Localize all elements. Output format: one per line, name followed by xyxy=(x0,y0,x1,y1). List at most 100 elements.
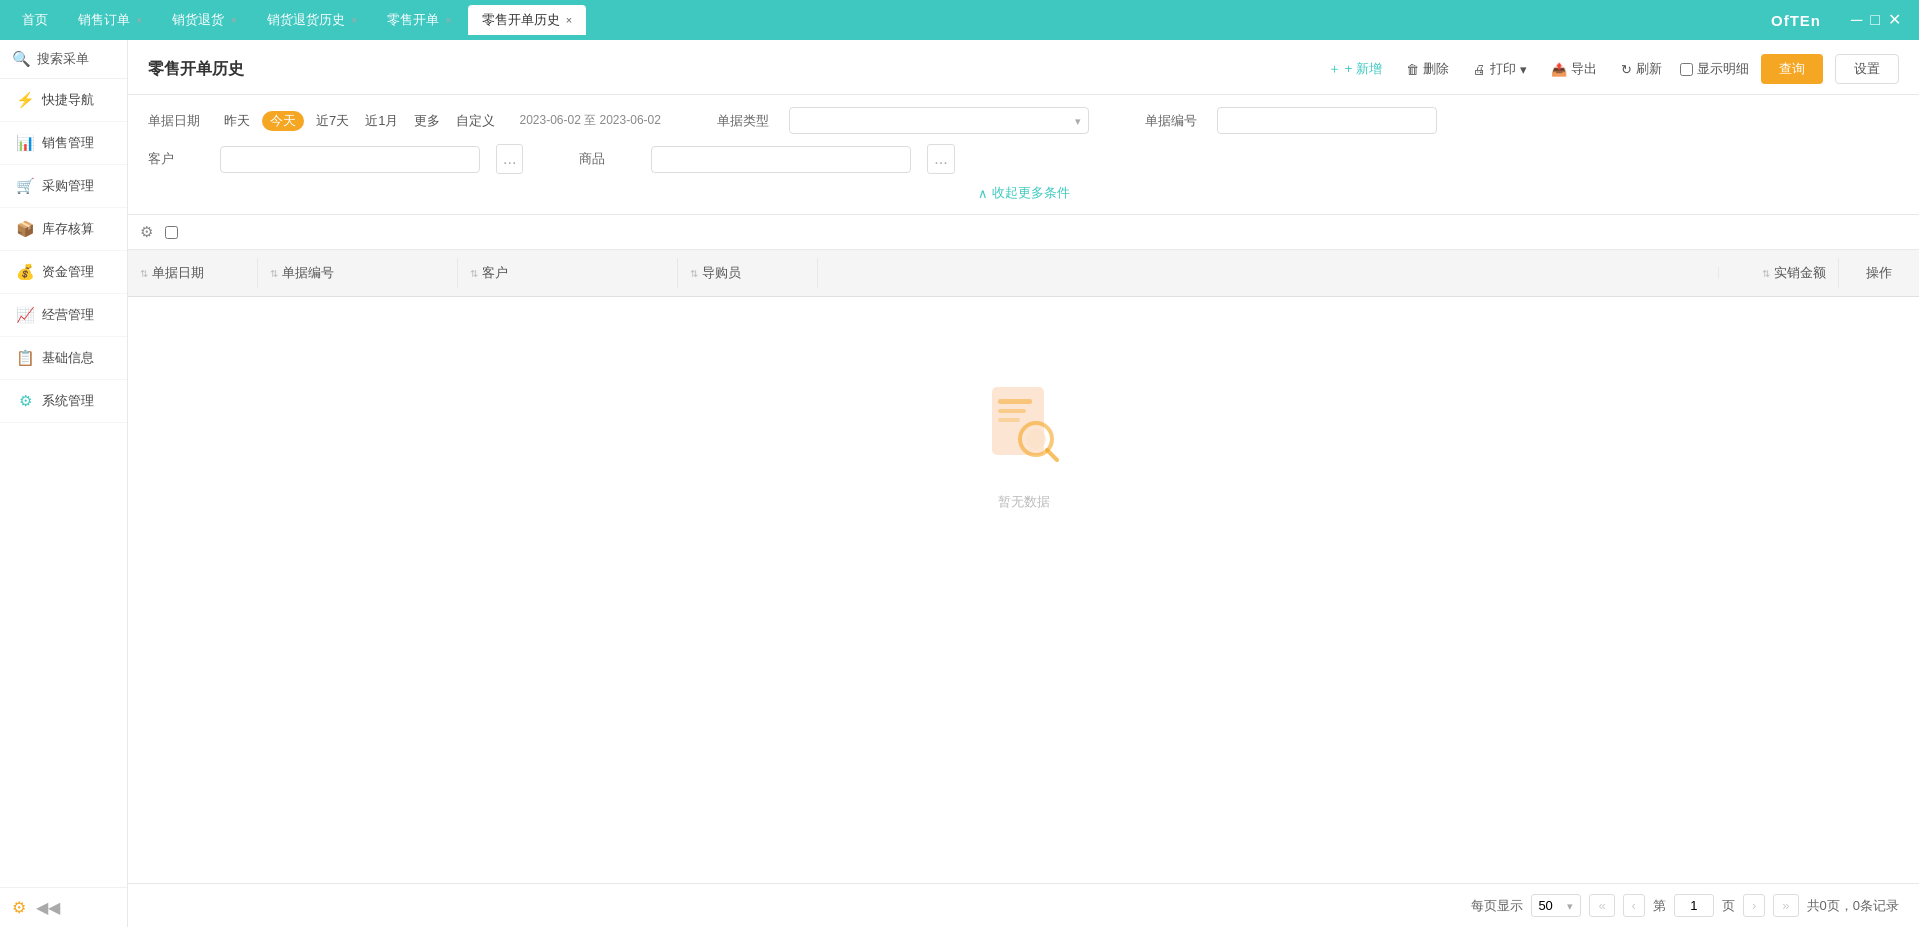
date-shortcut-today[interactable]: 今天 xyxy=(262,111,304,131)
sidebar-item-operation[interactable]: 📈 经营管理 xyxy=(0,294,127,337)
brand-text: OfTEn xyxy=(1771,12,1821,29)
type-select-wrapper xyxy=(789,107,1089,134)
type-select[interactable] xyxy=(789,107,1089,134)
tab-sales-return[interactable]: 销货退货× xyxy=(158,5,250,35)
date-shortcut-custom[interactable]: 自定义 xyxy=(452,111,499,131)
tab-sales-return-history[interactable]: 销货退货历史 × xyxy=(253,5,371,35)
th-flex xyxy=(818,267,1719,279)
tab-close-icon[interactable]: × xyxy=(136,14,142,26)
sidebar-footer: ⚙ ◀◀ xyxy=(0,887,127,927)
client-filter-input[interactable] xyxy=(220,146,480,173)
sidebar-item-system-mgmt[interactable]: ⚙ 系统管理 xyxy=(0,380,127,423)
sort-icon: ⇅ xyxy=(270,268,278,279)
last-page-button[interactable]: » xyxy=(1773,894,1798,917)
select-all-checkbox[interactable] xyxy=(165,226,178,239)
client-filter-label: 客户 xyxy=(148,150,204,168)
export-button[interactable]: 📤 导出 xyxy=(1545,56,1603,82)
tab-label: 首页 xyxy=(22,11,48,29)
date-shortcut-month[interactable]: 近1月 xyxy=(361,111,402,131)
per-page-select[interactable]: 50 10 20 100 xyxy=(1531,894,1581,917)
per-page-label: 每页显示 xyxy=(1471,897,1523,915)
sidebar-item-quick-nav[interactable]: ⚡ 快捷导航 xyxy=(0,79,127,122)
sidebar-icon-basic-info: 📋 xyxy=(16,349,34,367)
num-filter-label: 单据编号 xyxy=(1145,112,1201,130)
total-info: 共0页，0条记录 xyxy=(1807,897,1899,915)
tab-label: 销货退货历史 xyxy=(267,11,345,29)
prev-page-button[interactable]: ‹ xyxy=(1623,894,1645,917)
date-range-text: 2023-06-02 至 2023-06-02 xyxy=(519,112,660,129)
query-button[interactable]: 查询 xyxy=(1761,54,1823,84)
display-toggle[interactable]: 显示明细 xyxy=(1680,60,1749,78)
top-bar-right: OfTEn ─ □ ✕ xyxy=(1771,12,1901,29)
print-dropdown-icon: ▾ xyxy=(1520,62,1527,77)
sort-icon: ⇅ xyxy=(690,268,698,279)
add-label: + 新增 xyxy=(1345,60,1382,78)
sidebar-label-inventory: 库存核算 xyxy=(42,220,94,238)
delete-button[interactable]: 🗑 删除 xyxy=(1400,56,1455,82)
page-number-input[interactable] xyxy=(1674,894,1714,917)
goods-dots-button[interactable]: ... xyxy=(927,144,954,174)
empty-icon xyxy=(974,377,1074,477)
empty-text: 暂无数据 xyxy=(998,493,1050,511)
sidebar-item-sales-mgmt[interactable]: 📊 销售管理 xyxy=(0,122,127,165)
date-shortcuts: 昨天今天近7天近1月更多自定义 xyxy=(220,111,499,131)
sidebar-item-basic-info[interactable]: 📋 基础信息 xyxy=(0,337,127,380)
table-settings-icon[interactable]: ⚙ xyxy=(140,223,153,241)
date-shortcut-more[interactable]: 更多 xyxy=(410,111,444,131)
tab-retail-open[interactable]: 零售开单 × xyxy=(373,5,465,35)
window-close-button[interactable]: ✕ xyxy=(1888,12,1901,28)
sidebar-item-finance[interactable]: 💰 资金管理 xyxy=(0,251,127,294)
tab-home[interactable]: 首页 xyxy=(8,5,62,35)
svg-point-5 xyxy=(1026,429,1046,449)
tab-label: 零售开单 xyxy=(387,11,439,29)
filter-row-1: 单据日期 昨天今天近7天近1月更多自定义 2023-06-02 至 2023-0… xyxy=(148,107,1899,134)
collapse-filter-btn[interactable]: ∧ 收起更多条件 xyxy=(148,184,1899,202)
refresh-label: 刷新 xyxy=(1636,60,1662,78)
sidebar-icon-quick-nav: ⚡ xyxy=(16,91,34,109)
th-num: ⇅ 单据编号 xyxy=(258,258,458,288)
client-dots-button[interactable]: ... xyxy=(496,144,523,174)
window-max-button[interactable]: □ xyxy=(1870,12,1880,28)
tab-retail-history[interactable]: 零售开单历史 × xyxy=(468,5,586,35)
print-button[interactable]: 🖨 打印 ▾ xyxy=(1467,56,1533,82)
sidebar-label-system-mgmt: 系统管理 xyxy=(42,392,94,410)
print-label: 打印 xyxy=(1490,60,1516,78)
table-section: ⚙ ⇅ 单据日期 ⇅ 单据编号 ⇅ 客户 xyxy=(128,215,1919,883)
collapse-sidebar-icon[interactable]: ◀◀ xyxy=(36,898,60,917)
sidebar-item-inventory[interactable]: 📦 库存核算 xyxy=(0,208,127,251)
top-bar: 首页销售订单×销货退货×销货退货历史×零售开单×零售开单历史× OfTEn ─ … xyxy=(0,0,1919,40)
sidebar-search[interactable]: 🔍 搜索采单 xyxy=(0,40,127,79)
tab-label: 销售订单 xyxy=(78,11,130,29)
tab-list: 首页销售订单×销货退货×销货退货历史×零售开单×零售开单历史× xyxy=(8,5,1771,35)
export-icon: 📤 xyxy=(1551,62,1567,77)
filter-area: 单据日期 昨天今天近7天近1月更多自定义 2023-06-02 至 2023-0… xyxy=(128,95,1919,215)
page-title: 零售开单历史 xyxy=(148,59,244,80)
display-checkbox[interactable] xyxy=(1680,63,1693,76)
tab-sales-order[interactable]: 销售订单 × xyxy=(64,5,156,35)
delete-label: 删除 xyxy=(1423,60,1449,78)
tab-close-icon[interactable]: × xyxy=(351,14,357,26)
date-shortcut-yesterday[interactable]: 昨天 xyxy=(220,111,254,131)
empty-state: 暂无数据 xyxy=(128,297,1919,591)
sidebar-icon-purchase-mgmt: 🛒 xyxy=(16,177,34,195)
date-shortcut-7days[interactable]: 近7天 xyxy=(312,111,353,131)
tab-close-icon[interactable]: × xyxy=(566,14,572,26)
sidebar-item-purchase-mgmt[interactable]: 🛒 采购管理 xyxy=(0,165,127,208)
next-page-button[interactable]: › xyxy=(1743,894,1765,917)
settings-icon[interactable]: ⚙ xyxy=(12,898,26,917)
refresh-button[interactable]: ↻ 刷新 xyxy=(1615,56,1668,82)
sidebar-label-basic-info: 基础信息 xyxy=(42,349,94,367)
goods-filter-input[interactable] xyxy=(651,146,911,173)
delete-icon: 🗑 xyxy=(1406,62,1419,77)
tab-label: 零售开单历史 xyxy=(482,11,560,29)
sidebar-icon-operation: 📈 xyxy=(16,306,34,324)
add-icon: ＋ xyxy=(1328,60,1341,78)
tab-close-icon[interactable]: × xyxy=(445,14,451,26)
first-page-button[interactable]: « xyxy=(1589,894,1614,917)
setting-button[interactable]: 设置 xyxy=(1835,54,1899,84)
add-button[interactable]: ＋ + 新增 xyxy=(1322,56,1388,82)
window-min-button[interactable]: ─ xyxy=(1851,12,1862,28)
sort-icon: ⇅ xyxy=(140,268,148,279)
num-filter-input[interactable] xyxy=(1217,107,1437,134)
tab-close-icon[interactable]: × xyxy=(230,14,236,26)
